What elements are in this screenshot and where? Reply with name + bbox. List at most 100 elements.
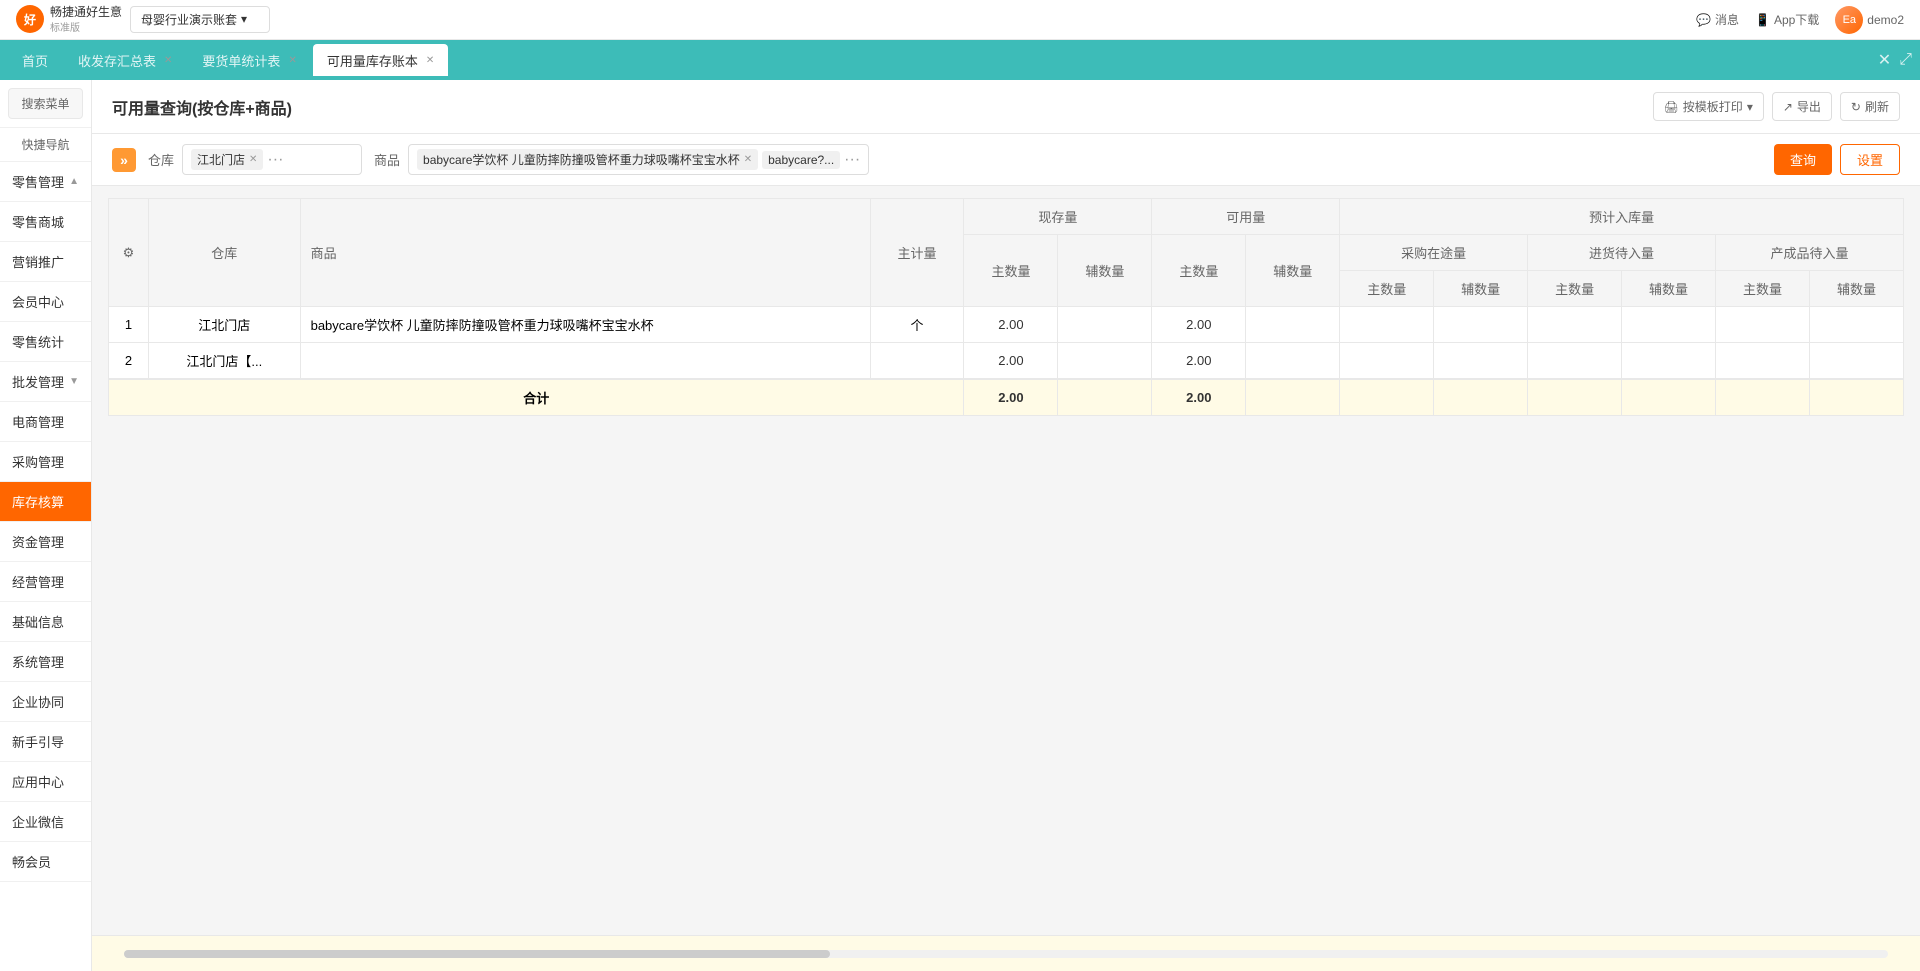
product-filter-label: 商品 [374,150,400,169]
warehouse-filter-input[interactable]: 江北门店 ✕ ··· [182,144,362,175]
table-container: ⚙ 仓库 商品 主计量 现存量 可用量 预计入库量 主数量 辅数量 主数量 辅数… [92,186,1920,935]
sidebar-item-finance[interactable]: 资金管理 [0,522,91,561]
sidebar-item-label: 新手引导 [12,732,64,751]
sidebar-item-label: 系统管理 [12,652,64,671]
tab-order-close[interactable]: ✕ [288,55,296,66]
table-header-purchase-main: 主数量 [1340,271,1434,307]
sidebar-section-mall: 零售商城 [0,202,91,242]
sidebar-section-member: 会员中心 [0,282,91,322]
close-all-button[interactable]: ✕ [1878,50,1891,70]
message-icon: 💬 [1696,13,1711,27]
tab-available-close[interactable]: ✕ [426,55,434,66]
row2-available-main: 2.00 [1152,343,1246,380]
top-bar-left: 好 畅捷通好生意 标准版 母婴行业演示账套 ▾ [16,5,270,34]
message-button[interactable]: 💬 消息 [1696,11,1739,28]
sidebar-item-marketing[interactable]: 营销推广 [0,242,91,281]
row2-inbound-main [1528,343,1622,380]
top-bar-right: 💬 消息 📱 App下载 Ea demo2 [1696,6,1904,34]
print-button[interactable]: 🖨 按模板打印 ▾ [1653,92,1764,121]
sidebar-item-member[interactable]: 会员中心 [0,282,91,321]
row2-product [300,343,870,380]
summary-production-aux [1809,379,1903,416]
sidebar-item-label: 经营管理 [12,572,64,591]
refresh-label: 刷新 [1865,98,1889,115]
sidebar-item-retail-mgmt[interactable]: 零售管理 ▲ [0,162,91,201]
summary-available-main: 2.00 [1152,379,1246,416]
sidebar-item-label: 会员中心 [12,292,64,311]
dropdown-icon: ▾ [241,12,247,26]
row2-warehouse: 江北门店【... [149,343,301,380]
page-header: 可用量查询(按仓库+商品) 🖨 按模板打印 ▾ ↗ 导出 ↻ 刷新 [92,80,1920,134]
sidebar-item-label: 零售商城 [12,212,64,231]
sidebar-item-operation[interactable]: 经营管理 [0,562,91,601]
sidebar: 搜索菜单 快捷导航 零售管理 ▲ 零售商城 营销推广 会员中心 [0,80,92,971]
expand-button[interactable]: ⤢ [1899,51,1912,69]
sidebar-item-wholesale-mgmt[interactable]: 批发管理 ▼ [0,362,91,401]
sidebar-item-enterprise-wechat[interactable]: 企业微信 [0,802,91,841]
query-button[interactable]: 查询 [1774,144,1832,175]
sidebar-item-label: 零售统计 [12,332,64,351]
row2-production-main [1715,343,1809,380]
filter-toggle-button[interactable]: » [112,148,136,172]
row1-production-aux [1809,307,1903,343]
table-header-stock-aux: 辅数量 [1058,235,1152,307]
warehouse-tag-close[interactable]: ✕ [249,154,257,165]
horizontal-scrollbar[interactable] [124,950,1888,958]
tab-home[interactable]: 首页 [8,44,62,76]
export-button[interactable]: ↗ 导出 [1772,92,1832,121]
sidebar-section-marketing: 营销推广 [0,242,91,282]
table-header-purchase-group: 采购在途量 [1340,235,1528,271]
row1-warehouse: 江北门店 [149,307,301,343]
app-download-button[interactable]: 📱 App下载 [1755,11,1819,28]
sidebar-item-basic-info[interactable]: 基础信息 [0,602,91,641]
sidebar-item-system[interactable]: 系统管理 [0,642,91,681]
sidebar-item-vip-member[interactable]: 畅会员 [0,842,91,881]
expand-icon: ▼ [69,376,79,387]
sidebar-item-retail-mall[interactable]: 零售商城 [0,202,91,241]
row2-index: 2 [109,343,149,380]
quick-nav-button[interactable]: 快捷导航 [0,128,91,162]
sidebar-section-enterprise: 企业协同 [0,682,91,722]
tab-receive[interactable]: 收发存汇总表 ✕ [64,44,186,76]
row1-product: babycare学饮杯 儿童防摔防撞吸管杯重力球吸嘴杯宝宝水杯 [300,307,870,343]
row2-production-aux [1809,343,1903,380]
sidebar-section-system: 系统管理 [0,642,91,682]
user-menu[interactable]: Ea demo2 [1835,6,1904,34]
filter-more-icon[interactable]: ··· [267,151,283,169]
avatar-text: Ea [1843,14,1856,26]
industry-select[interactable]: 母婴行业演示账套 ▾ [130,6,270,33]
search-menu-button[interactable]: 搜索菜单 [8,88,83,119]
row2-purchase-aux [1434,343,1528,380]
row1-purchase-main [1340,307,1434,343]
tab-available[interactable]: 可用量库存账本 ✕ [313,44,448,76]
settings-button[interactable]: 设置 [1840,144,1900,175]
row1-stock-main: 2.00 [964,307,1058,343]
tab-receive-close[interactable]: ✕ [164,55,172,66]
table-header-production-main: 主数量 [1715,271,1809,307]
sidebar-item-inventory[interactable]: 库存核算 [0,482,91,521]
product-filter-input[interactable]: babycare学饮杯 儿童防摔防撞吸管杯重力球吸嘴杯宝宝水杯 ✕ babyca… [408,144,869,175]
sidebar-item-newbie[interactable]: 新手引导 [0,722,91,761]
row1-available-main: 2.00 [1152,307,1246,343]
warehouse-filter-label: 仓库 [148,150,174,169]
sidebar-item-app-center[interactable]: 应用中心 [0,762,91,801]
row2-inbound-aux [1622,343,1716,380]
product-tag1-close[interactable]: ✕ [744,154,752,165]
sidebar-item-purchase[interactable]: 采购管理 [0,442,91,481]
app-download-icon: 📱 [1755,13,1770,27]
tab-order[interactable]: 要货单统计表 ✕ [188,44,310,76]
product-filter-more-icon[interactable]: ··· [844,151,860,169]
table-header-warehouse: 仓库 [149,199,301,307]
refresh-button[interactable]: ↻ 刷新 [1840,92,1900,121]
sidebar-section-retail-stats: 零售统计 [0,322,91,362]
sidebar-item-enterprise[interactable]: 企业协同 [0,682,91,721]
table-header-product: 商品 [300,199,870,307]
table-header-production-group: 产成品待入量 [1715,235,1903,271]
print-dropdown-icon: ▾ [1747,100,1753,114]
sidebar-item-retail-stats[interactable]: 零售统计 [0,322,91,361]
logo-text-area: 畅捷通好生意 标准版 [50,5,122,34]
gear-icon[interactable]: ⚙ [123,245,135,260]
sidebar-item-ecommerce[interactable]: 电商管理 [0,402,91,441]
table-settings-header: ⚙ [109,199,149,307]
summary-label: 合计 [109,379,964,416]
